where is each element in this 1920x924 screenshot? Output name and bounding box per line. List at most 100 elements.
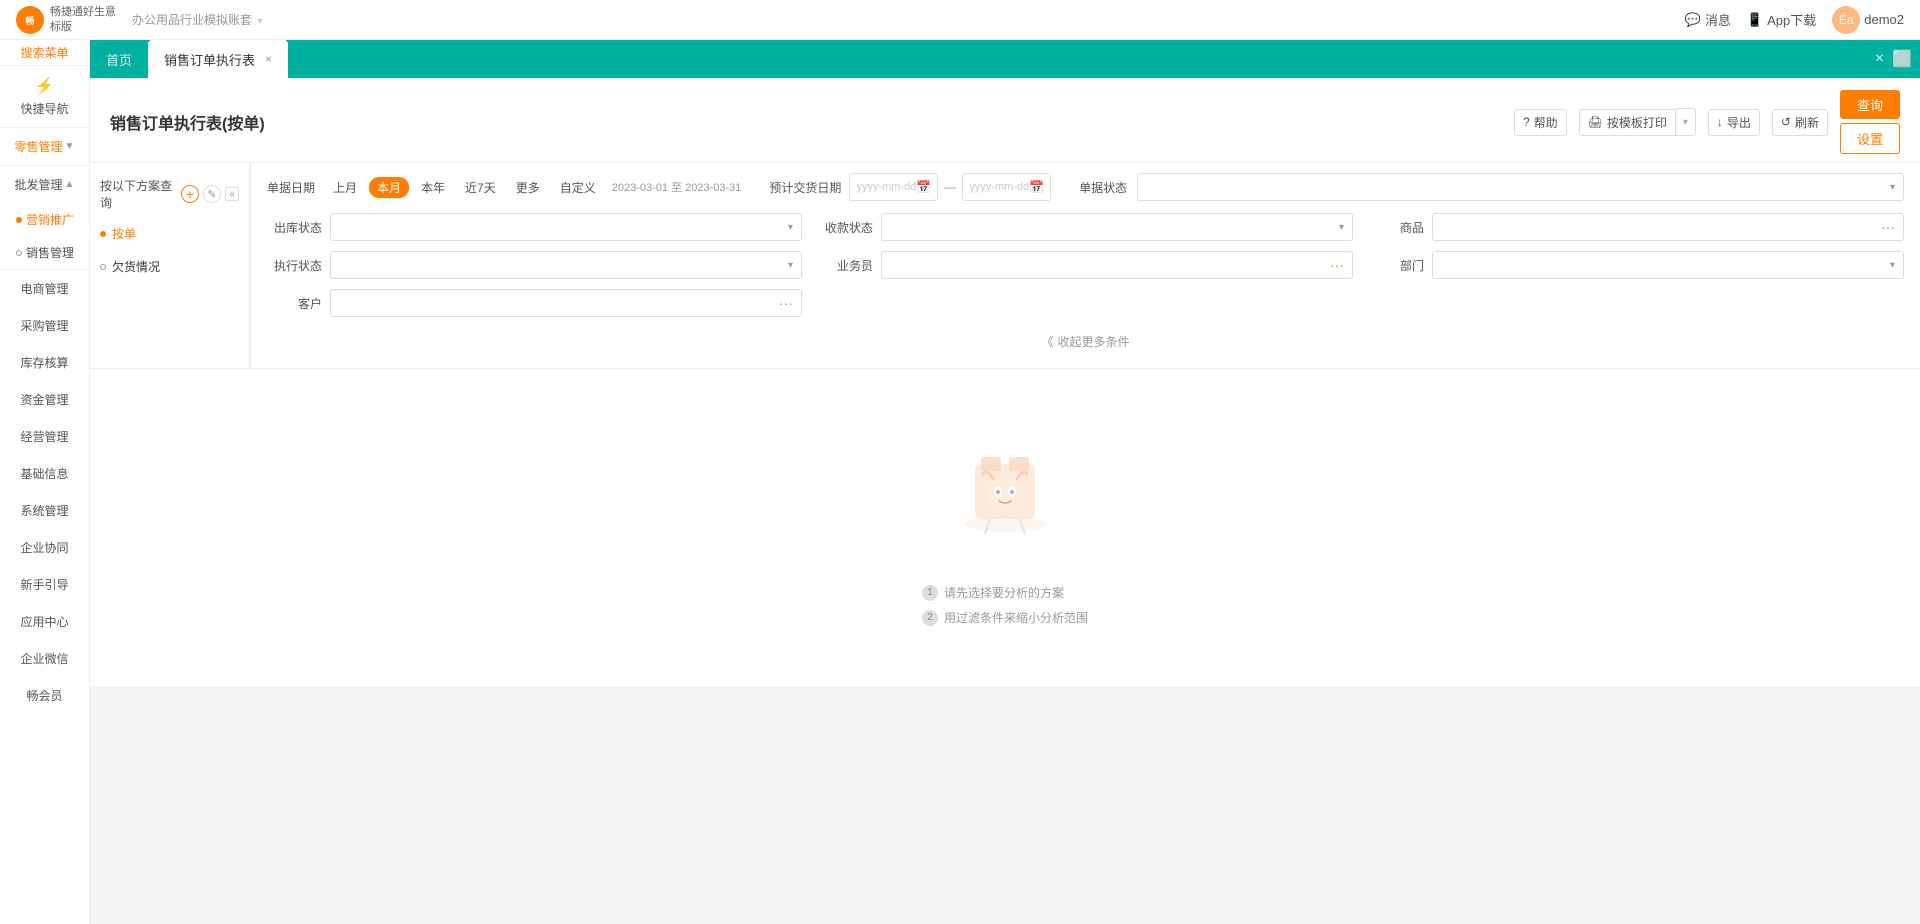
sub-dot-outline-icon xyxy=(16,250,22,256)
content-area: 首页 销售订单执行表 × × ⬜ 销售订单执行表(按单) ? 帮助 xyxy=(90,40,1920,924)
date-field-label: 单据日期 xyxy=(267,179,317,196)
tab-close-icon[interactable]: × xyxy=(265,52,272,66)
filter-grid-1: 出库状态 ▾ 收款状态 ▾ xyxy=(267,213,1904,241)
status-label: 单据状态 xyxy=(1079,179,1129,196)
scheme-actions: + ✎ « xyxy=(181,185,239,203)
sidebar-sub-item-sales[interactable]: 销售管理 xyxy=(0,236,89,269)
collapse-more-btn[interactable]: 《 收起更多条件 xyxy=(267,325,1904,358)
refresh-btn[interactable]: ↺ 刷新 xyxy=(1772,109,1828,136)
date-tab-last7[interactable]: 近7天 xyxy=(457,177,504,198)
sidebar-quicknav-section: ⚡ 快捷导航 xyxy=(0,66,89,128)
print-dropdown-arrow[interactable]: ▾ xyxy=(1676,108,1696,136)
payment-status-label: 收款状态 xyxy=(818,219,873,236)
sidebar-retail-section: 零售管理 ▼ xyxy=(0,128,89,166)
delivery-status-field: 出库状态 ▾ xyxy=(267,213,802,241)
sidebar-item-newbie[interactable]: 新手引导 xyxy=(0,566,89,603)
scheme-add-btn[interactable]: + xyxy=(181,185,199,203)
sidebar-item-basic[interactable]: 基础信息 xyxy=(0,455,89,492)
sidebar-wholesale-section: 批发管理 ▲ 营销推广 销售管理 xyxy=(0,166,89,270)
help-icon: ? xyxy=(1523,115,1530,129)
date-to-placeholder: yyyy-mm-dd xyxy=(969,181,1029,193)
app-download-action[interactable]: 📱 App下载 xyxy=(1747,10,1816,29)
execution-status-select[interactable]: ▾ xyxy=(330,251,802,279)
date-range-display: 2023-03-01 至 2023-03-31 xyxy=(612,179,742,195)
sidebar-item-weixin[interactable]: 企业微信 xyxy=(0,640,89,677)
print-btn[interactable]: 🖨 按模板打印 xyxy=(1579,109,1676,136)
message-action[interactable]: 💬 消息 xyxy=(1685,10,1731,29)
sidebar-item-finance[interactable]: 资金管理 xyxy=(0,381,89,418)
message-icon: 💬 xyxy=(1685,12,1701,28)
salesman-dots-icon: ··· xyxy=(1330,257,1344,273)
date-tab-last-month[interactable]: 上月 xyxy=(325,177,365,198)
sidebar-item-wholesale[interactable]: 批发管理 ▲ xyxy=(0,166,89,203)
goods-field: 商品 ··· xyxy=(1369,213,1904,241)
status-group: 单据状态 ▾ xyxy=(1079,173,1904,201)
scheme-panel: 按以下方案查询 + ✎ « 按单 欠货情况 xyxy=(90,163,250,368)
date-from-placeholder: yyyy-mm-dd xyxy=(856,181,916,193)
status-dropdown-icon: ▾ xyxy=(1890,182,1895,193)
dept-field: 部门 ▾ xyxy=(1369,251,1904,279)
empty-state-icon xyxy=(945,429,1065,568)
date-tab-custom[interactable]: 自定义 xyxy=(552,177,604,198)
dept-label: 部门 xyxy=(1369,257,1424,274)
payment-status-select[interactable]: ▾ xyxy=(881,213,1353,241)
sidebar-item-member[interactable]: 畅会员 xyxy=(0,677,89,714)
status-select[interactable]: ▾ xyxy=(1137,173,1904,201)
top-header: 畅 畅捷通好生意 标版 办公用品行业模拟账套 ▾ 💬 消息 📱 App下载 Ea… xyxy=(0,0,1920,40)
tab-sales-order[interactable]: 销售订单执行表 × xyxy=(148,40,288,78)
sidebar-search-btn[interactable]: 搜索菜单 xyxy=(0,40,89,65)
sidebar-item-system[interactable]: 系统管理 xyxy=(0,492,89,529)
logo-icon: 畅 xyxy=(16,6,44,34)
delivery-status-select[interactable]: ▾ xyxy=(330,213,802,241)
sidebar-sub-item-marketing[interactable]: 营销推广 xyxy=(0,203,89,236)
sidebar-item-purchase[interactable]: 采购管理 xyxy=(0,307,89,344)
customer-input[interactable]: ··· xyxy=(330,289,802,317)
wholesale-arrow-icon: ▲ xyxy=(65,179,75,190)
expected-date-inputs: yyyy-mm-dd 📅 — yyyy-mm-dd 📅 xyxy=(849,173,1051,201)
dept-select[interactable]: ▾ xyxy=(1432,251,1904,279)
customer-field: 客户 ··· xyxy=(267,289,802,317)
date-tabs: 上月 本月 本年 近7天 更多 自定义 xyxy=(325,177,604,198)
empty-tip-2: 2 用过滤条件来缩小分析范围 xyxy=(922,609,1088,626)
expected-date-from[interactable]: yyyy-mm-dd 📅 xyxy=(849,173,938,201)
date-dash: — xyxy=(944,180,956,194)
page-title: 销售订单执行表(按单) xyxy=(110,110,265,134)
user-menu[interactable]: Ea demo2 xyxy=(1832,6,1904,34)
expected-date-group: 预计交货日期 yyyy-mm-dd 📅 — yyyy-mm-dd 📅 xyxy=(769,173,1051,201)
sidebar-item-quicknav[interactable]: ⚡ 快捷导航 xyxy=(0,66,89,127)
tab-minimize-icon[interactable]: × xyxy=(1875,50,1884,68)
search-btn[interactable]: 查询 xyxy=(1840,90,1900,119)
breadcrumb: 办公用品行业模拟账套 ▾ xyxy=(132,11,262,28)
date-tab-this-month[interactable]: 本月 xyxy=(369,177,409,198)
delivery-status-label: 出库状态 xyxy=(267,219,322,236)
sidebar-item-enterprise[interactable]: 企业协同 xyxy=(0,529,89,566)
scheme-item-欠货情况[interactable]: 欠货情况 xyxy=(90,250,249,283)
expected-date-label: 预计交货日期 xyxy=(769,179,841,196)
page-actions: ? 帮助 🖨 按模板打印 ▾ ↓ 导出 xyxy=(1514,90,1900,154)
sidebar-item-ecommerce[interactable]: 电商管理 xyxy=(0,270,89,307)
help-btn[interactable]: ? 帮助 xyxy=(1514,109,1567,136)
filters-container: 单据日期 上月 本月 本年 近7天 更多 自定义 2023-03-01 至 20… xyxy=(251,163,1920,368)
sidebar-item-operation[interactable]: 经营管理 xyxy=(0,418,89,455)
goods-input[interactable]: ··· xyxy=(1432,213,1904,241)
sidebar-item-appstore[interactable]: 应用中心 xyxy=(0,603,89,640)
salesman-input[interactable]: ··· xyxy=(881,251,1353,279)
scheme-collapse-btn[interactable]: « xyxy=(225,187,239,201)
date-tab-this-year[interactable]: 本年 xyxy=(413,177,453,198)
tab-maximize-icon[interactable]: ⬜ xyxy=(1892,49,1912,69)
filter-grid-3: 客户 ··· xyxy=(267,289,1904,317)
settings-btn[interactable]: 设置 xyxy=(1840,123,1900,154)
execution-dropdown-icon: ▾ xyxy=(788,260,793,271)
tab-home[interactable]: 首页 xyxy=(90,40,148,78)
date-tab-more[interactable]: 更多 xyxy=(508,177,548,198)
scheme-edit-btn[interactable]: ✎ xyxy=(203,185,221,203)
phone-icon: 📱 xyxy=(1747,12,1763,28)
expected-date-to[interactable]: yyyy-mm-dd 📅 xyxy=(962,173,1051,201)
export-btn[interactable]: ↓ 导出 xyxy=(1708,109,1760,136)
payment-status-field: 收款状态 ▾ xyxy=(818,213,1353,241)
logo-area: 畅 畅捷通好生意 标版 xyxy=(16,5,116,34)
scheme-item-按单[interactable]: 按单 xyxy=(90,217,249,250)
sidebar-item-retail[interactable]: 零售管理 ▼ xyxy=(0,128,89,165)
sidebar-item-inventory[interactable]: 库存核算 xyxy=(0,344,89,381)
single-date-group: 单据日期 上月 本月 本年 近7天 更多 自定义 2023-03-01 至 20… xyxy=(267,177,741,198)
